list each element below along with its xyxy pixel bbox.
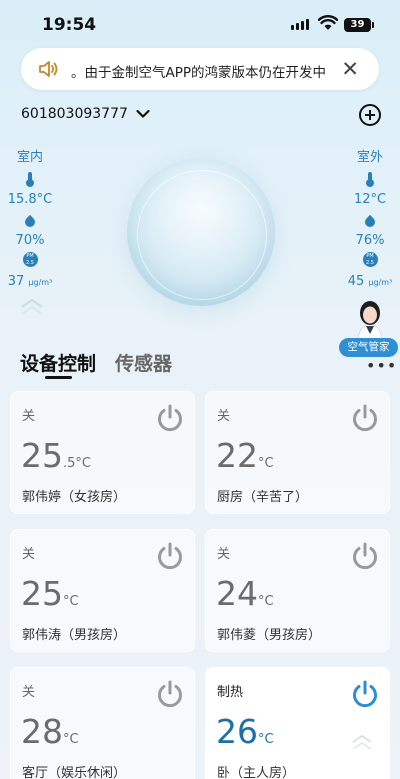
power-icon[interactable] xyxy=(154,678,186,710)
power-icon[interactable] xyxy=(154,540,186,572)
device-temperature: 22°C xyxy=(216,436,274,475)
battery-icon: 39 xyxy=(344,18,374,32)
device-state: 制热 xyxy=(217,685,244,700)
outdoor-temperature: 12°C xyxy=(353,192,387,207)
signal-icon xyxy=(291,19,309,30)
device-card[interactable]: 关 25.5°C 郭伟婷（女孩房） xyxy=(10,391,195,514)
power-icon[interactable] xyxy=(349,402,381,434)
device-temperature: 25.5°C xyxy=(21,436,91,475)
butler-avatar xyxy=(357,301,383,342)
more-icon[interactable]: ••• xyxy=(366,356,397,375)
outdoor-label: 室外 xyxy=(356,150,383,165)
chevron-down-icon xyxy=(136,109,150,118)
chevron-up-icon[interactable] xyxy=(20,298,44,318)
device-state: 关 xyxy=(217,409,231,424)
status-time: 19:54 xyxy=(42,15,97,35)
device-id: 601803093777 xyxy=(21,106,128,122)
device-card[interactable]: 关 28°C 客厅（娱乐休闲） xyxy=(10,667,195,779)
device-room: 客厅（娱乐休闲） xyxy=(22,766,127,779)
thermometer-icon xyxy=(366,172,374,187)
device-state: 关 xyxy=(22,685,36,700)
device-card[interactable]: 关 25°C 郭伟涛（男孩房） xyxy=(10,529,195,652)
device-room: 卧（主人房） xyxy=(217,766,296,779)
outdoor-pm-value: 45 xyxy=(347,274,365,289)
outdoor-humidity: 76% xyxy=(355,233,385,248)
device-room: 厨房（辛苦了） xyxy=(217,490,309,505)
butler-label: 空气管家 xyxy=(339,338,398,357)
humidity-icon xyxy=(362,214,378,230)
device-state: 关 xyxy=(22,547,36,562)
device-temperature: 26°C xyxy=(216,712,274,751)
close-icon[interactable]: ✕ xyxy=(341,57,359,81)
device-state: 关 xyxy=(217,547,231,562)
device-selector[interactable]: 601803093777 xyxy=(21,106,150,122)
device-temperature: 25°C xyxy=(21,574,79,613)
device-card[interactable]: 关 22°C 厨房（辛苦了） xyxy=(205,391,390,514)
indoor-humidity: 70% xyxy=(15,233,45,248)
device-card[interactable]: 制热 26°C 卧（主人房） xyxy=(205,667,390,779)
indoor-pm-unit: μg/m³ xyxy=(28,278,53,287)
device-room: 郭伟婷（女孩房） xyxy=(22,490,127,505)
tab-sensor[interactable]: 传感器 xyxy=(115,349,172,376)
power-icon[interactable] xyxy=(154,402,186,434)
speaker-icon xyxy=(39,61,58,77)
device-room: 郭伟菱（男孩房） xyxy=(217,628,322,643)
notice-text: 。由于金制空气APP的鸿蒙版本仍在开发中 xyxy=(71,65,327,81)
indoor-label: 室内 xyxy=(16,150,43,165)
notice-banner[interactable]: 。由于金制空气APP的鸿蒙版本仍在开发中 ✕ xyxy=(21,48,379,90)
humidity-icon xyxy=(22,214,38,230)
wifi-icon xyxy=(318,15,338,30)
air-butler-button[interactable]: 空气管家 xyxy=(339,296,400,361)
chevron-up-icon[interactable] xyxy=(351,734,373,752)
thermometer-icon xyxy=(26,172,34,187)
device-state: 关 xyxy=(22,409,36,424)
tab-indicator xyxy=(45,376,72,379)
device-temperature: 28°C xyxy=(21,712,79,751)
pm-icon: PM 2.5 xyxy=(22,252,38,267)
power-icon[interactable] xyxy=(349,540,381,572)
device-temperature: 24°C xyxy=(216,574,274,613)
power-icon[interactable] xyxy=(349,678,381,710)
add-device-button[interactable] xyxy=(359,104,381,126)
tab-device-control[interactable]: 设备控制 xyxy=(20,349,96,376)
indoor-temperature: 15.8°C xyxy=(7,192,53,207)
device-room: 郭伟涛（男孩房） xyxy=(22,628,127,643)
device-card[interactable]: 关 24°C 郭伟菱（男孩房） xyxy=(205,529,390,652)
outdoor-pm-unit: μg/m³ xyxy=(368,278,393,287)
status-bar: 19:54 39 xyxy=(0,0,400,46)
pm-icon: PM 2.5 xyxy=(362,252,378,267)
air-quality-orb[interactable] xyxy=(127,158,275,306)
indoor-pm-value: 37 xyxy=(7,274,25,289)
